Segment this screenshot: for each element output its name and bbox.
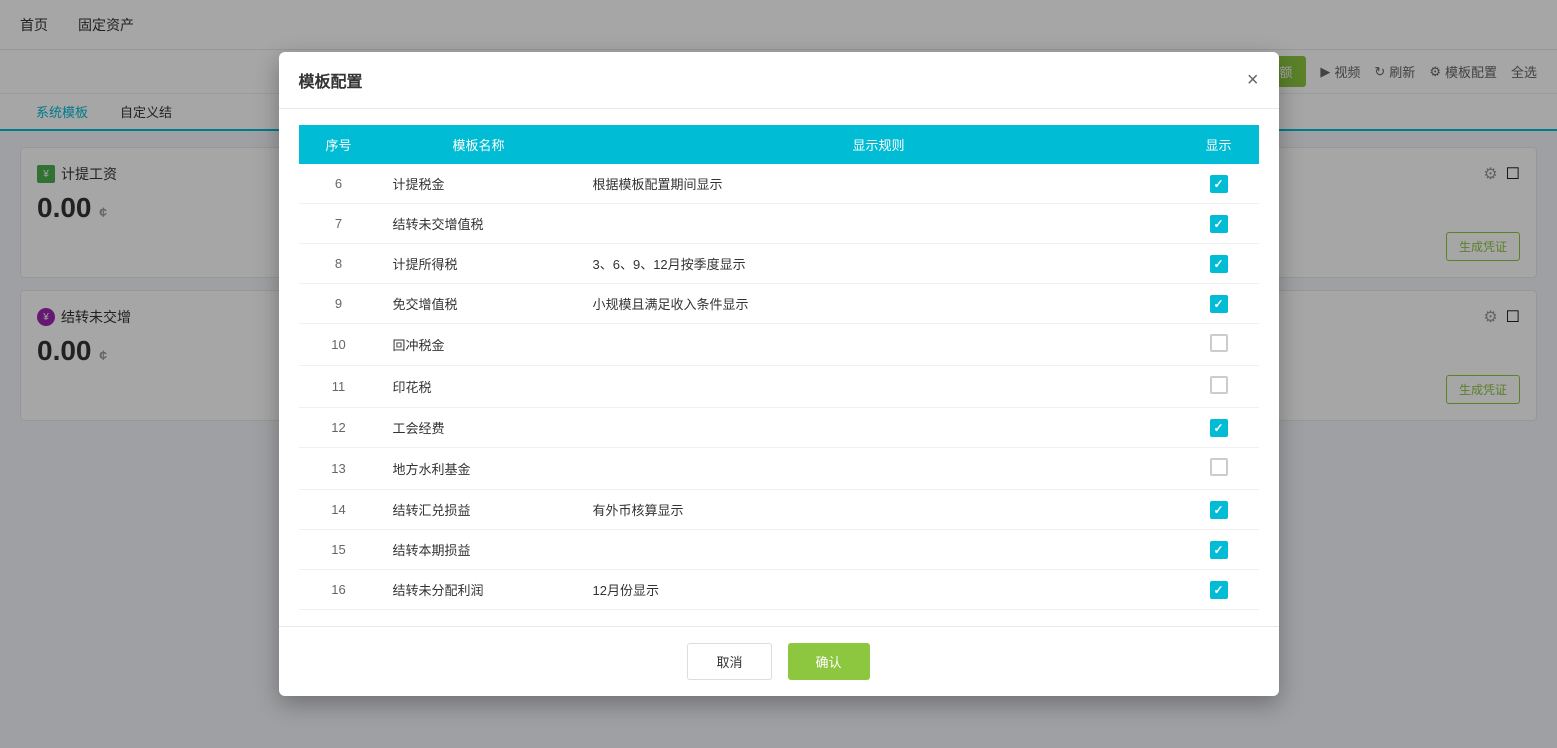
cell-name: 工会经费 [379, 408, 579, 448]
checkbox-item-6[interactable] [1210, 175, 1228, 193]
cell-checkbox[interactable] [1179, 530, 1259, 570]
table-row: 6计提税金根据模板配置期间显示 [299, 164, 1259, 204]
cell-no: 16 [299, 570, 379, 610]
cell-rule [579, 530, 1179, 570]
checkbox-item-13[interactable] [1210, 458, 1228, 476]
cell-rule [579, 408, 1179, 448]
cell-rule [579, 448, 1179, 490]
cell-name: 免交增值税 [379, 284, 579, 324]
cell-checkbox[interactable] [1179, 408, 1259, 448]
cell-name: 结转未交增值税 [379, 204, 579, 244]
cell-no: 11 [299, 366, 379, 408]
cell-checkbox[interactable] [1179, 490, 1259, 530]
cell-checkbox[interactable] [1179, 244, 1259, 284]
checkbox-item-12[interactable] [1210, 419, 1228, 437]
modal-overlay: 模板配置 × 序号 模板名称 显示规则 显示 6计提税金根据模板配置期间显示7结… [0, 0, 1557, 748]
table-body: 6计提税金根据模板配置期间显示7结转未交增值税8计提所得税3、6、9、12月按季… [299, 164, 1259, 610]
col-header-no: 序号 [299, 125, 379, 164]
cell-no: 8 [299, 244, 379, 284]
modal-header: 模板配置 × [279, 52, 1279, 109]
cell-rule [579, 324, 1179, 366]
cell-rule [579, 204, 1179, 244]
cell-rule: 小规模且满足收入条件显示 [579, 284, 1179, 324]
cell-rule: 有外币核算显示 [579, 490, 1179, 530]
modal-body: 序号 模板名称 显示规则 显示 6计提税金根据模板配置期间显示7结转未交增值税8… [279, 109, 1279, 626]
cell-name: 结转本期损益 [379, 530, 579, 570]
cell-name: 地方水利基金 [379, 448, 579, 490]
cell-no: 13 [299, 448, 379, 490]
cell-name: 计提所得税 [379, 244, 579, 284]
cell-rule [579, 366, 1179, 408]
config-table: 序号 模板名称 显示规则 显示 6计提税金根据模板配置期间显示7结转未交增值税8… [299, 125, 1259, 610]
table-row: 15结转本期损益 [299, 530, 1259, 570]
cell-name: 结转未分配利润 [379, 570, 579, 610]
confirm-button[interactable]: 确认 [788, 643, 870, 680]
modal-footer: 取消 确认 [279, 626, 1279, 696]
cell-name: 回冲税金 [379, 324, 579, 366]
checkbox-item-8[interactable] [1210, 255, 1228, 273]
cell-no: 14 [299, 490, 379, 530]
table-row: 12工会经费 [299, 408, 1259, 448]
checkbox-item-15[interactable] [1210, 541, 1228, 559]
checkbox-item-10[interactable] [1210, 334, 1228, 352]
checkbox-item-11[interactable] [1210, 376, 1228, 394]
cell-checkbox[interactable] [1179, 284, 1259, 324]
cell-checkbox[interactable] [1179, 570, 1259, 610]
checkbox-item-7[interactable] [1210, 215, 1228, 233]
table-row: 10回冲税金 [299, 324, 1259, 366]
cell-rule: 12月份显示 [579, 570, 1179, 610]
cell-no: 6 [299, 164, 379, 204]
col-header-name: 模板名称 [379, 125, 579, 164]
cell-checkbox[interactable] [1179, 448, 1259, 490]
cell-no: 15 [299, 530, 379, 570]
table-row: 9免交增值税小规模且满足收入条件显示 [299, 284, 1259, 324]
cell-checkbox[interactable] [1179, 164, 1259, 204]
cell-checkbox[interactable] [1179, 366, 1259, 408]
modal-title: 模板配置 [299, 68, 363, 92]
table-row: 16结转未分配利润12月份显示 [299, 570, 1259, 610]
table-row: 7结转未交增值税 [299, 204, 1259, 244]
table-row: 13地方水利基金 [299, 448, 1259, 490]
table-header: 序号 模板名称 显示规则 显示 [299, 125, 1259, 164]
modal-template-config: 模板配置 × 序号 模板名称 显示规则 显示 6计提税金根据模板配置期间显示7结… [279, 52, 1279, 696]
cell-checkbox[interactable] [1179, 204, 1259, 244]
cell-rule: 根据模板配置期间显示 [579, 164, 1179, 204]
cell-checkbox[interactable] [1179, 324, 1259, 366]
cell-no: 9 [299, 284, 379, 324]
cell-no: 7 [299, 204, 379, 244]
cell-name: 计提税金 [379, 164, 579, 204]
table-row: 14结转汇兑损益有外币核算显示 [299, 490, 1259, 530]
cell-name: 结转汇兑损益 [379, 490, 579, 530]
checkbox-item-14[interactable] [1210, 501, 1228, 519]
col-header-rule: 显示规则 [579, 125, 1179, 164]
cell-no: 10 [299, 324, 379, 366]
checkbox-item-9[interactable] [1210, 295, 1228, 313]
cell-rule: 3、6、9、12月按季度显示 [579, 244, 1179, 284]
col-header-show: 显示 [1179, 125, 1259, 164]
checkbox-item-16[interactable] [1210, 581, 1228, 599]
cell-no: 12 [299, 408, 379, 448]
table-row: 11印花税 [299, 366, 1259, 408]
cancel-button[interactable]: 取消 [687, 643, 771, 680]
cell-name: 印花税 [379, 366, 579, 408]
table-row: 8计提所得税3、6、9、12月按季度显示 [299, 244, 1259, 284]
modal-close-button[interactable]: × [1247, 70, 1259, 90]
